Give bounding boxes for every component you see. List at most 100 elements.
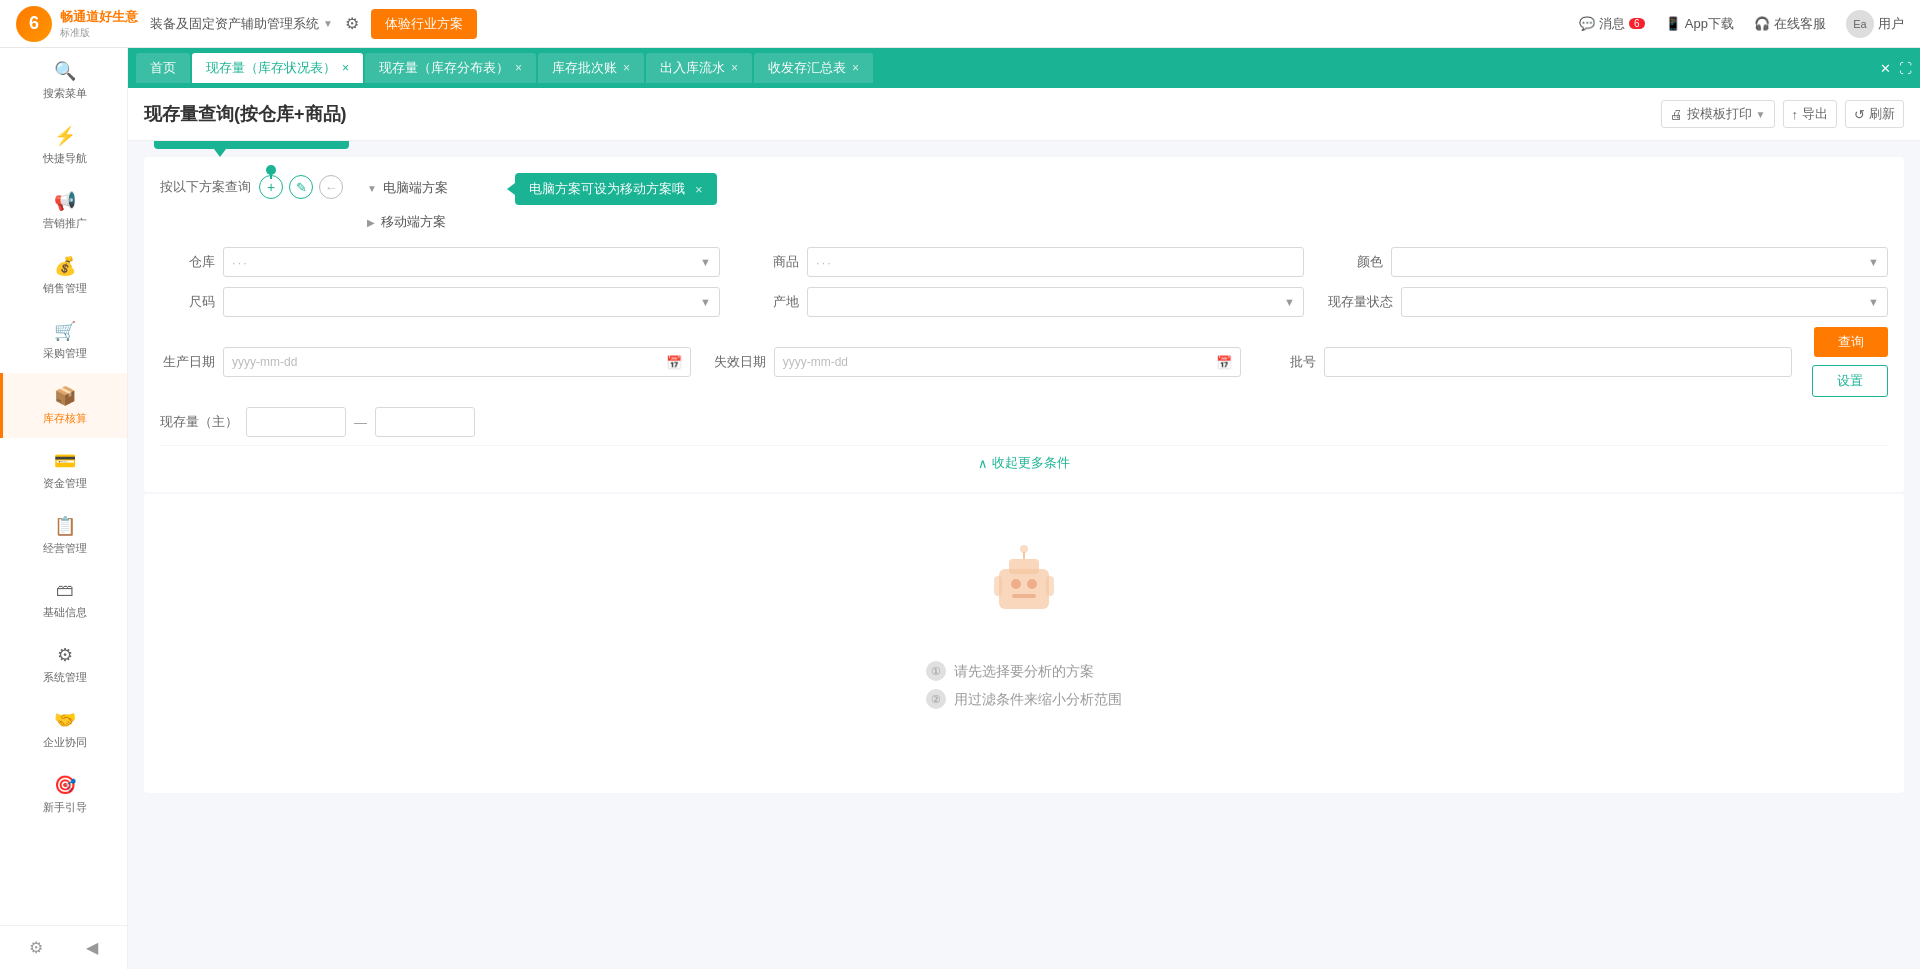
tab-batch[interactable]: 库存批次账 × [538,53,644,83]
warehouse-dots: ··· [232,255,249,270]
filter-card: 按以下方案查询 + [144,157,1904,492]
user-area[interactable]: Ea 用户 [1846,10,1904,38]
back-btn[interactable]: ← [319,175,343,199]
inventory-min-input[interactable] [246,407,346,437]
goods-label: 商品 [744,253,799,271]
warehouse-label: 仓库 [160,253,215,271]
sidebar-item-sales[interactable]: 💰 销售管理 [0,243,127,308]
tab-summary-close[interactable]: × [852,61,859,75]
sidebar-item-quicknav[interactable]: ⚡ 快捷导航 [0,113,127,178]
sidebar-label-basic: 基础信息 [43,605,87,620]
export-btn[interactable]: ↑ 导出 [1783,100,1838,128]
inventory-max-input[interactable] [375,407,475,437]
sidebar-collapse-icon[interactable]: ◀ [86,938,98,957]
sidebar-label-enterprise: 企业协同 [43,735,87,750]
color-select[interactable]: ▼ [1391,247,1888,277]
stock-status-select[interactable]: ▼ [1401,287,1888,317]
origin-arrow: ▼ [1284,296,1295,308]
batch-input[interactable] [1324,347,1792,377]
tab-summary[interactable]: 收发存汇总表 × [754,53,873,83]
filter-row-1: 仓库 ··· ▼ [160,247,1888,277]
warehouse-select[interactable]: ··· ▼ [223,247,720,277]
filter-row-3: 生产日期 yyyy-mm-dd 📅 [160,327,1888,397]
filter-row-2: 尺码 ▼ 产 [160,287,1888,317]
print-btn[interactable]: 🖨 按模板打印 ▼ [1661,100,1775,128]
sidebar-item-enterprise[interactable]: 🤝 企业协同 [0,697,127,762]
sidebar-item-purchase[interactable]: 🛒 采购管理 [0,308,127,373]
tabs-actions: ✕ ⛶ [1880,61,1912,76]
sidebar-item-search[interactable]: 🔍 搜索菜单 [0,48,127,113]
system-selector[interactable]: 装备及固定资产辅助管理系统 ▼ [150,15,333,33]
tab-batch-close[interactable]: × [623,61,630,75]
sidebar-item-marketing[interactable]: 📢 营销推广 [0,178,127,243]
sidebar-item-basic[interactable]: 🗃 基础信息 [0,568,127,632]
exp-date-input[interactable]: yyyy-mm-dd 📅 [774,347,1242,377]
stock-status-ctrl: ▼ [1401,287,1888,317]
scheme-group-mobile: ▶ 移动端方案 [355,207,460,237]
origin-select[interactable]: ▼ [807,287,1304,317]
system-name: 装备及固定资产辅助管理系统 [150,15,319,33]
settings-btn[interactable]: 设置 [1812,365,1888,397]
tab-home[interactable]: 首页 [136,53,190,83]
sidebar-item-inventory[interactable]: 📦 库存核算 [0,373,127,438]
scheme-group-mobile-header[interactable]: ▶ 移动端方案 [355,207,460,237]
size-ctrl: ▼ [223,287,720,317]
sidebar-item-operations[interactable]: 📋 经营管理 [0,503,127,568]
sidebar-item-guide[interactable]: 🎯 新手引导 [0,762,127,827]
desktop-toggle-icon: ▼ [367,183,377,194]
stock-status-arrow: ▼ [1868,296,1879,308]
tooltip-create-wrapper: 这里可以创建和修改方案哦 × [154,141,349,149]
size-select[interactable]: ▼ [223,287,720,317]
system-dropdown-arrow: ▼ [323,18,333,29]
field-batch: 批号 [1261,347,1792,377]
export-label: 导出 [1802,105,1828,123]
edit-scheme-btn[interactable]: ✎ [289,175,313,199]
app-download-btn[interactable]: 📱 App下载 [1665,15,1734,33]
sidebar-settings-icon[interactable]: ⚙ [29,938,43,957]
goods-select[interactable]: ··· [807,247,1304,277]
brand-text: 畅通道好生意 标准版 [60,8,138,40]
tab-stock-status-close[interactable]: × [342,61,349,75]
collapse-chevron: ∧ [978,456,988,471]
tabs-maximize-icon[interactable]: ⛶ [1899,61,1912,76]
industry-btn[interactable]: 体验行业方案 [371,9,477,39]
headset-icon: 🎧 [1754,16,1770,31]
field-prod-date: 生产日期 yyyy-mm-dd 📅 [160,347,691,377]
tab-stock-dist-close[interactable]: × [515,61,522,75]
prod-date-input[interactable]: yyyy-mm-dd 📅 [223,347,691,377]
exp-date-cal-icon: 📅 [1216,355,1232,370]
inventory-icon: 📦 [54,385,76,407]
sidebar-item-system[interactable]: ⚙ 系统管理 [0,632,127,697]
marketing-icon: 📢 [54,190,76,212]
color-label: 颜色 [1328,253,1383,271]
exp-date-placeholder: yyyy-mm-dd [783,355,848,369]
tooltip-scheme-wrapper: 电脑方案可设为移动方案哦 × [515,173,717,205]
prod-date-placeholder: yyyy-mm-dd [232,355,297,369]
add-scheme-wrapper: + 这里可以创建和修改方案哦 × [259,175,283,199]
color-arrow: ▼ [1868,256,1879,268]
tab-inout-close[interactable]: × [731,61,738,75]
sidebar-item-assets[interactable]: 💳 资金管理 [0,438,127,503]
top-bar: 6 畅通道好生意 标准版 装备及固定资产辅助管理系统 ▼ ⚙ 体验行业方案 💬 … [0,0,1920,48]
tab-stock-dist[interactable]: 现存量（库存分布表） × [365,53,536,83]
online-service-btn[interactable]: 🎧 在线客服 [1754,15,1826,33]
tab-stock-status[interactable]: 现存量（库存状况表） × [192,53,363,83]
refresh-btn[interactable]: ↺ 刷新 [1845,100,1904,128]
warehouse-arrow: ▼ [700,256,711,268]
tab-inout[interactable]: 出入库流水 × [646,53,752,83]
tooltip-scheme-close[interactable]: × [695,182,703,197]
settings-icon[interactable]: ⚙ [345,14,359,33]
exp-date-ctrl: yyyy-mm-dd 📅 [774,347,1242,377]
tab-stock-status-label: 现存量（库存状况表） [206,59,336,77]
search-btns: 查询 设置 [1812,327,1888,397]
field-origin: 产地 ▼ [744,287,1304,317]
enterprise-icon: 🤝 [54,709,76,731]
search-btn[interactable]: 查询 [1814,327,1888,357]
collapse-btn[interactable]: ∧ 收起更多条件 [978,454,1070,472]
print-arrow: ▼ [1756,109,1766,120]
sidebar-label-quicknav: 快捷导航 [43,151,87,166]
message-icon: 💬 [1579,16,1595,31]
scheme-group-desktop-header[interactable]: ▼ 电脑端方案 [355,173,460,203]
message-btn[interactable]: 💬 消息 6 [1579,15,1645,33]
tabs-close-icon[interactable]: ✕ [1880,61,1891,76]
